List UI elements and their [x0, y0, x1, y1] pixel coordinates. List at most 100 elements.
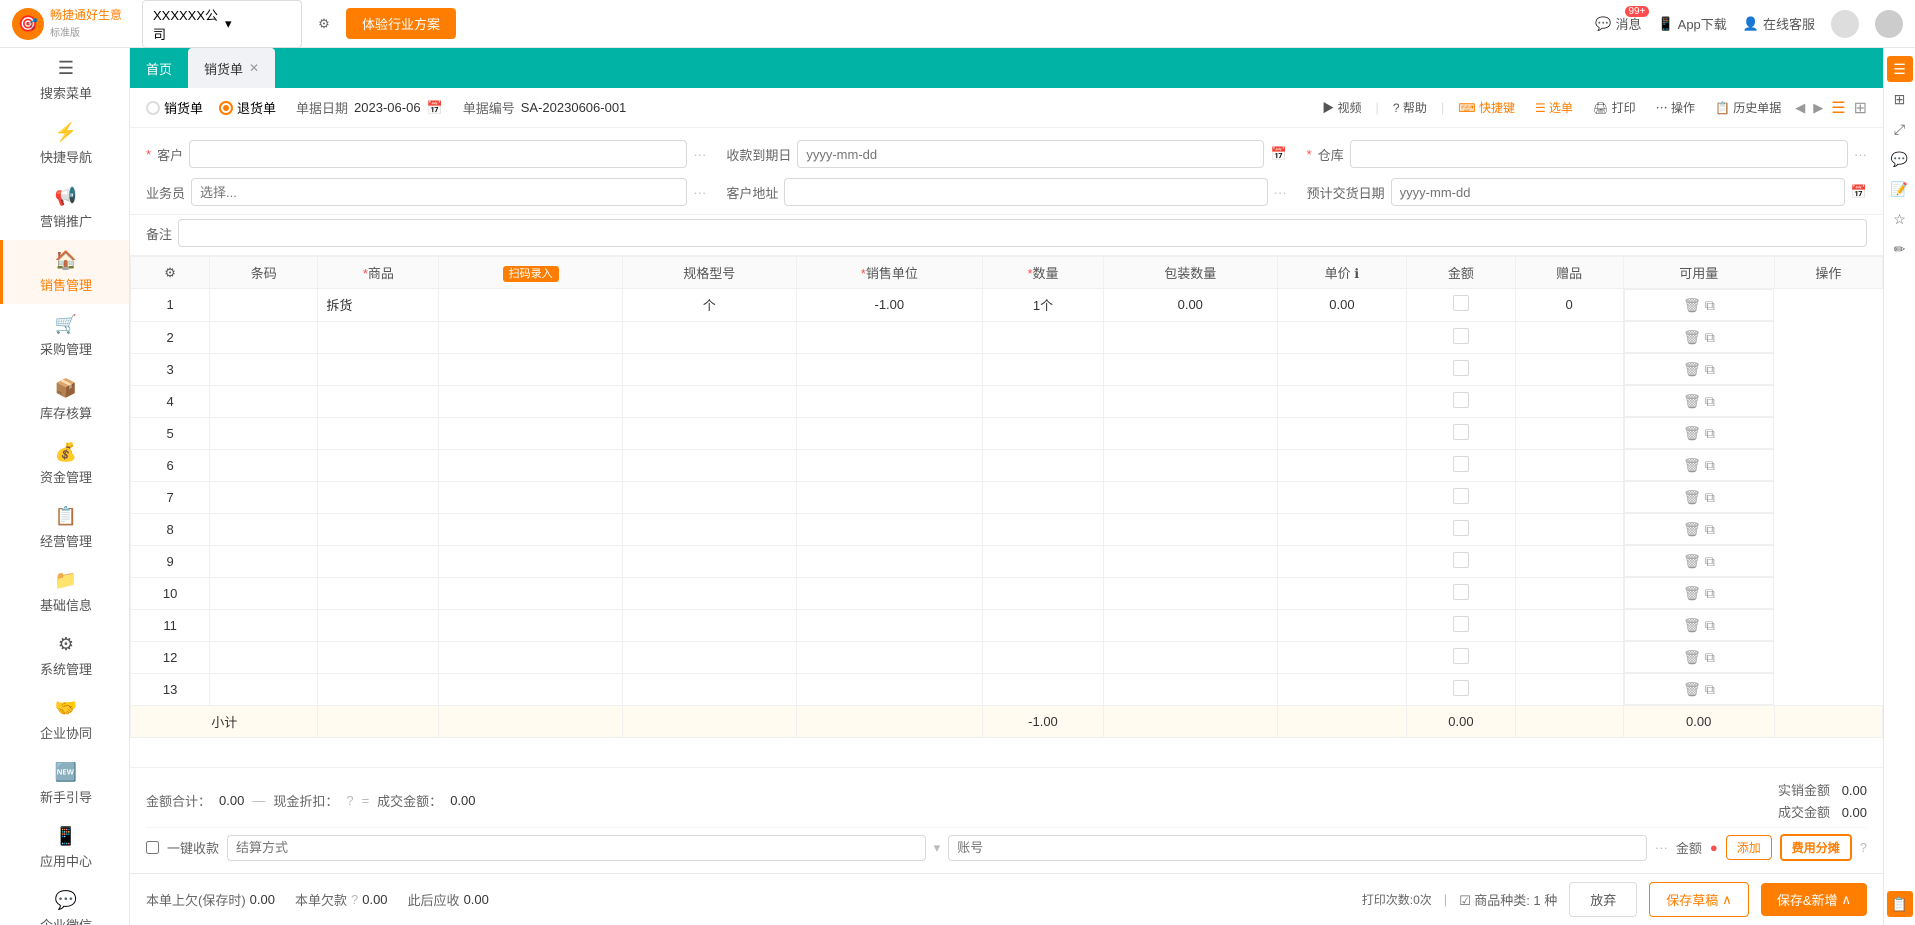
settlement-method-input[interactable] [227, 835, 926, 861]
row-spec[interactable] [439, 513, 623, 545]
delete-row-icon[interactable]: 🗑 [1683, 649, 1701, 666]
gift-checkbox[interactable] [1453, 680, 1469, 696]
warehouse-more-icon[interactable]: ··· [1854, 147, 1867, 162]
select-order-btn[interactable]: ☰ 选单 [1529, 96, 1579, 119]
row-barcode[interactable] [210, 417, 318, 449]
row-pack-qty[interactable] [983, 513, 1104, 545]
row-quantity[interactable] [796, 577, 982, 609]
row-quantity[interactable]: -1.00 [796, 289, 982, 322]
row-spec[interactable] [439, 321, 623, 353]
row-unit[interactable]: 个 [623, 289, 797, 322]
row-unit[interactable] [623, 417, 797, 449]
copy-row-icon[interactable]: ⧉ [1705, 553, 1715, 570]
delete-row-icon[interactable]: 🗑 [1683, 585, 1701, 602]
gift-checkbox[interactable] [1453, 520, 1469, 536]
row-barcode[interactable] [210, 513, 318, 545]
row-product[interactable] [318, 481, 439, 513]
row-pack-qty[interactable] [983, 321, 1104, 353]
row-spec[interactable] [439, 417, 623, 449]
row-amount[interactable] [1277, 609, 1407, 641]
scan-btn[interactable]: 扫码录入 [503, 266, 559, 282]
row-barcode[interactable] [210, 353, 318, 385]
nav-prev-icon[interactable]: ◀ [1795, 100, 1805, 116]
delete-row-icon[interactable]: 🗑 [1683, 425, 1701, 442]
row-price[interactable] [1103, 545, 1277, 577]
row-quantity[interactable] [796, 673, 982, 706]
fenyong-btn[interactable]: 费用分摊 [1780, 834, 1852, 861]
row-unit[interactable] [623, 673, 797, 706]
gift-checkbox[interactable] [1453, 456, 1469, 472]
row-product[interactable] [318, 449, 439, 481]
row-product[interactable] [318, 641, 439, 673]
delete-row-icon[interactable]: 🗑 [1683, 297, 1701, 314]
row-product[interactable]: 拆货 [318, 289, 439, 322]
copy-row-icon[interactable]: ⧉ [1705, 585, 1715, 602]
sidebar-item-search[interactable]: ☰ 搜索菜单 [0, 48, 129, 112]
user-avatar[interactable] [1831, 10, 1859, 38]
row-unit[interactable] [623, 545, 797, 577]
row-pack-qty[interactable] [983, 545, 1104, 577]
row-product[interactable] [318, 545, 439, 577]
row-spec[interactable] [439, 353, 623, 385]
row-barcode[interactable] [210, 577, 318, 609]
delete-row-icon[interactable]: 🗑 [1683, 617, 1701, 634]
sidebar-item-marketing[interactable]: 📢 营销推广 [0, 176, 129, 240]
row-amount[interactable] [1277, 545, 1407, 577]
add-payment-btn[interactable]: 添加 [1726, 835, 1772, 860]
row-gift[interactable] [1407, 449, 1515, 481]
row-product[interactable] [318, 385, 439, 417]
salesman-more-icon[interactable]: ··· [693, 185, 706, 200]
right-panel-orange[interactable]: 📋 [1887, 891, 1913, 917]
right-panel-chat[interactable]: 💬 [1887, 146, 1913, 172]
row-spec[interactable] [439, 577, 623, 609]
row-quantity[interactable] [796, 609, 982, 641]
row-pack-qty[interactable] [983, 385, 1104, 417]
row-amount[interactable] [1277, 417, 1407, 449]
abandon-btn[interactable]: 放弃 [1569, 882, 1637, 917]
row-price[interactable] [1103, 321, 1277, 353]
row-pack-qty[interactable] [983, 577, 1104, 609]
copy-row-icon[interactable]: ⧉ [1705, 617, 1715, 634]
radio-return[interactable]: 退货单 [219, 98, 276, 117]
nav-next-icon[interactable]: ▶ [1813, 100, 1823, 116]
radio-sale[interactable]: 销货单 [146, 98, 203, 117]
gift-checkbox[interactable] [1453, 584, 1469, 600]
gift-checkbox[interactable] [1453, 648, 1469, 664]
payment-due-input[interactable] [797, 140, 1264, 168]
copy-row-icon[interactable]: ⧉ [1705, 649, 1715, 666]
row-product[interactable] [318, 577, 439, 609]
calendar-icon[interactable]: 📅 [427, 100, 443, 116]
gift-checkbox[interactable] [1453, 295, 1469, 311]
copy-row-icon[interactable]: ⧉ [1705, 297, 1715, 314]
right-panel-star[interactable]: ☆ [1887, 206, 1913, 232]
sidebar-item-basics[interactable]: 📁 基础信息 [0, 560, 129, 624]
row-barcode[interactable] [210, 289, 318, 322]
row-barcode[interactable] [210, 673, 318, 706]
row-amount[interactable] [1277, 641, 1407, 673]
row-barcode[interactable] [210, 609, 318, 641]
row-gift[interactable] [1407, 577, 1515, 609]
settings-icon[interactable]: ⚙ [310, 10, 338, 38]
salesman-input[interactable] [191, 178, 687, 206]
app-download-button[interactable]: 📱 App下载 [1657, 14, 1726, 33]
row-unit[interactable] [623, 481, 797, 513]
copy-row-icon[interactable]: ⧉ [1705, 425, 1715, 442]
gift-checkbox[interactable] [1453, 424, 1469, 440]
delete-row-icon[interactable]: 🗑 [1683, 521, 1701, 538]
discount-info-icon[interactable]: ? [346, 793, 353, 808]
col-scan[interactable]: 扫码录入 [439, 257, 623, 289]
row-price[interactable] [1103, 417, 1277, 449]
right-panel-note[interactable]: 📝 [1887, 176, 1913, 202]
row-barcode[interactable] [210, 449, 318, 481]
row-spec[interactable] [439, 609, 623, 641]
row-unit[interactable] [623, 385, 797, 417]
sidebar-item-enterprise[interactable]: 🤝 企业协同 [0, 688, 129, 752]
product-type[interactable]: ☑ 商品种类: 1 种 [1459, 890, 1557, 909]
delete-row-icon[interactable]: 🗑 [1683, 457, 1701, 474]
sidebar-item-guide[interactable]: 🆕 新手引导 [0, 752, 129, 816]
help-btn[interactable]: ? 帮助 [1387, 96, 1433, 119]
row-amount[interactable] [1277, 513, 1407, 545]
row-gift[interactable] [1407, 385, 1515, 417]
row-quantity[interactable] [796, 545, 982, 577]
row-barcode[interactable] [210, 641, 318, 673]
